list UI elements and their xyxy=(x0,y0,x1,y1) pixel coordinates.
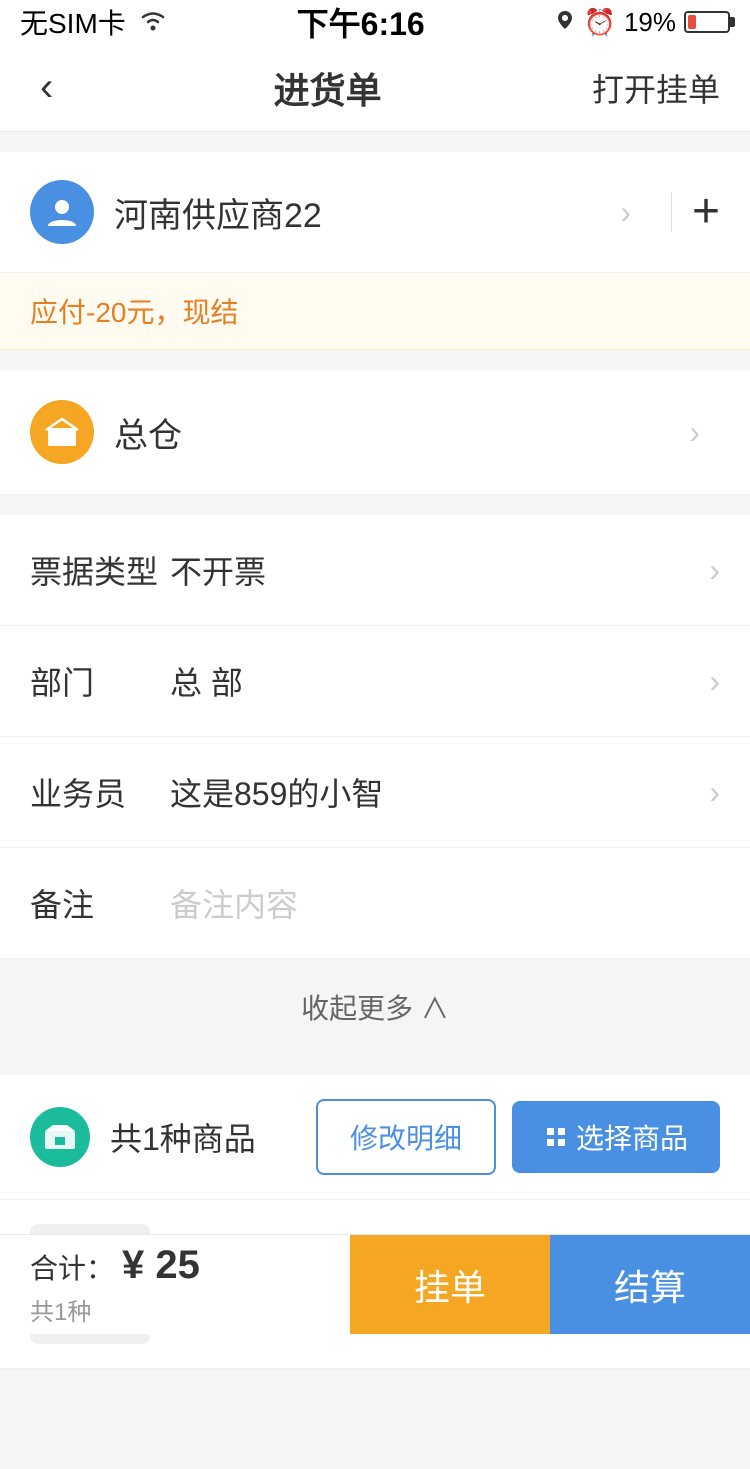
footer-total: 合计： ¥ 25 共1种 xyxy=(0,1235,350,1334)
salesperson-chevron: › xyxy=(709,774,720,811)
collapse-button[interactable]: 收起更多 ∧ xyxy=(0,959,750,1055)
divider xyxy=(671,192,672,232)
status-bar: 无SIM卡 下午6:16 ⏰ 19% xyxy=(0,0,750,44)
products-icon-wrap xyxy=(30,1107,90,1167)
status-icons: ⏰ 19% xyxy=(554,7,730,38)
location-icon xyxy=(554,7,576,38)
warehouse-section: 总仓 › xyxy=(0,370,750,495)
alarm-icon: ⏰ xyxy=(584,7,616,38)
gap-3 xyxy=(0,495,750,515)
open-pending-button[interactable]: 打开挂单 xyxy=(592,65,720,111)
add-supplier-button[interactable]: + xyxy=(692,188,720,236)
salesperson-value: 这是859的小智 xyxy=(170,769,709,815)
hang-button[interactable]: 挂单 xyxy=(350,1235,550,1334)
department-value: 总 部 xyxy=(170,658,709,704)
gap-2 xyxy=(0,350,750,370)
status-carrier: 无SIM卡 xyxy=(20,2,168,42)
department-label: 部门 xyxy=(30,658,170,704)
salesperson-row[interactable]: 业务员 这是859的小智 › xyxy=(0,737,750,848)
edit-detail-button[interactable]: 修改明细 xyxy=(316,1099,496,1175)
total-row: 合计： ¥ 25 xyxy=(30,1243,320,1288)
supplier-chevron: › xyxy=(620,194,631,231)
warehouse-icon-wrap xyxy=(30,400,94,464)
select-product-button[interactable]: 选择商品 xyxy=(512,1101,720,1173)
supplier-name: 河南供应商22 xyxy=(114,188,620,237)
nav-bar: ‹ 进货单 打开挂单 xyxy=(0,44,750,132)
total-label: 合计： xyxy=(30,1247,114,1287)
department-chevron: › xyxy=(709,663,720,700)
wifi-icon xyxy=(138,6,168,38)
warehouse-name: 总仓 xyxy=(114,408,689,457)
total-count: 共1种 xyxy=(30,1292,320,1327)
gap-4 xyxy=(0,1055,750,1075)
supplier-section: 河南供应商22 › + 应付-20元，现结 xyxy=(0,152,750,350)
invoice-type-label: 票据类型 xyxy=(30,547,170,593)
supplier-alert: 应付-20元，现结 xyxy=(0,273,750,350)
supplier-row[interactable]: 河南供应商22 › + xyxy=(0,152,750,273)
products-count: 共1种商品 xyxy=(110,1114,316,1160)
footer: 合计： ¥ 25 共1种 挂单 结算 xyxy=(0,1234,750,1334)
remark-row[interactable]: 备注 备注内容 xyxy=(0,848,750,959)
status-time: 下午6:16 xyxy=(297,0,425,45)
salesperson-label: 业务员 xyxy=(30,769,170,815)
checkout-button[interactable]: 结算 xyxy=(550,1235,750,1334)
form-section: 票据类型 不开票 › 部门 总 部 › 业务员 这是859的小智 › 备注 备注… xyxy=(0,515,750,959)
footer-spacer xyxy=(0,1369,750,1469)
select-product-label: 选择商品 xyxy=(576,1117,688,1157)
remark-label: 备注 xyxy=(30,880,170,926)
warehouse-row[interactable]: 总仓 › xyxy=(0,370,750,495)
invoice-type-chevron: › xyxy=(709,552,720,589)
page-title: 进货单 xyxy=(274,62,382,114)
products-header: 共1种商品 修改明细 选择商品 xyxy=(0,1075,750,1200)
total-amount: ¥ 25 xyxy=(122,1243,200,1288)
back-button[interactable]: ‹ xyxy=(30,55,63,120)
warehouse-chevron: › xyxy=(689,414,700,451)
invoice-type-value: 不开票 xyxy=(170,547,709,593)
invoice-type-row[interactable]: 票据类型 不开票 › xyxy=(0,515,750,626)
department-row[interactable]: 部门 总 部 › xyxy=(0,626,750,737)
supplier-avatar xyxy=(30,180,94,244)
gap-1 xyxy=(0,132,750,152)
battery-icon xyxy=(684,11,730,33)
remark-value: 备注内容 xyxy=(170,880,720,926)
battery-percent: 19% xyxy=(624,7,676,38)
